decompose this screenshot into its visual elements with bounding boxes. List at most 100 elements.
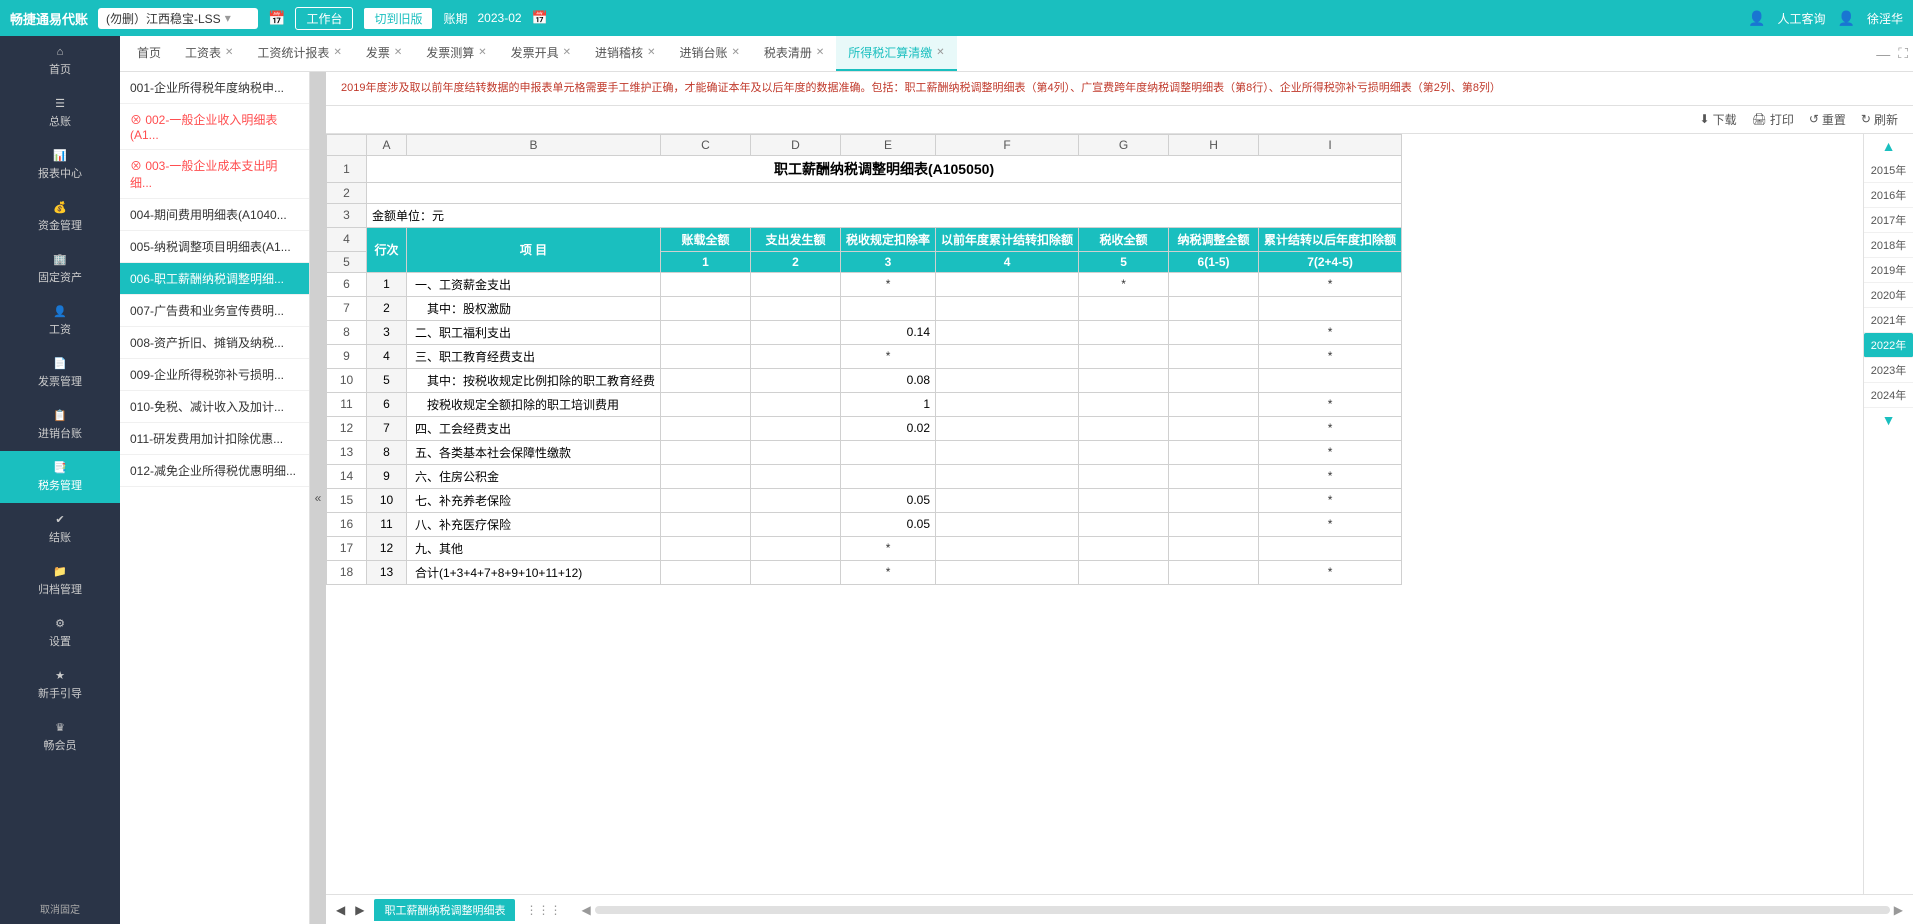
left-nav-item-008[interactable]: 008-资产折旧、摊销及纳税... [120,327,309,359]
prev-sheet-icon[interactable]: ◀ [336,903,345,917]
tab-invoice-close[interactable]: ✕ [394,47,402,58]
collapse-button[interactable]: « [310,72,326,924]
left-nav-item-009[interactable]: 009-企业所得税弥补亏损明... [120,359,309,391]
reset-button[interactable]: ↺ 重置 [1809,111,1846,128]
sidebar-item-guide[interactable]: ★ 新手引导 [0,659,120,711]
year-2019[interactable]: 2019年 [1864,258,1913,283]
tab-audit[interactable]: 进销稽核 ✕ [583,36,667,71]
left-nav-item-006[interactable]: 006-职工薪酬纳税调整明细... [120,263,309,295]
year-2023[interactable]: 2023年 [1864,358,1913,383]
tab-invoice-issue-close[interactable]: ✕ [563,47,571,58]
year-2022[interactable]: 2022年 [1864,333,1913,358]
purchase-sale-icon: 📋 [53,409,67,422]
tab-tax-book[interactable]: 税表清册 ✕ [752,36,836,71]
bottom-bar-icons: ⋮⋮⋮ [525,903,561,917]
row-num-1: 1 [327,155,367,182]
refresh-button[interactable]: ↻ 刷新 [1861,111,1898,128]
cancel-fixed-btn[interactable]: 取消固定 [0,893,120,924]
idx-12: 12 [367,536,407,560]
left-nav-item-002[interactable]: ⊗ 002-一般企业收入明细表(A1... [120,104,309,150]
print-button[interactable]: 🖨 打印 [1752,111,1794,128]
left-nav-item-010[interactable]: 010-免税、减计收入及加计... [120,391,309,423]
tab-ledger-close[interactable]: ✕ [731,47,739,58]
left-nav-item-011[interactable]: 011-研发费用加计扣除优惠... [120,423,309,455]
name-10: 七、补充养老保险 [407,488,661,512]
year-2024[interactable]: 2024年 [1864,383,1913,408]
sidebar-item-close-account[interactable]: ✔ 结账 [0,503,120,555]
calendar-icon[interactable]: 📅 [268,10,285,27]
year-2017[interactable]: 2017年 [1864,208,1913,233]
year-2021[interactable]: 2021年 [1864,308,1913,333]
tab-home-label: 首页 [137,44,161,61]
year-2016[interactable]: 2016年 [1864,183,1913,208]
year-2018[interactable]: 2018年 [1864,233,1913,258]
sheet-options-icon[interactable]: ⋮⋮⋮ [525,903,561,917]
tab-minimize-icon[interactable]: — [1876,46,1890,62]
left-nav-item-003[interactable]: ⊗ 003-一般企业成本支出明细... [120,150,309,199]
tab-salary-report[interactable]: 工资统计报表 ✕ [245,36,353,71]
tab-salary[interactable]: 工资表 ✕ [173,36,245,71]
row-3-unit: 3 金额单位：元 [327,203,1402,227]
period-calendar-icon[interactable]: 📅 [532,10,548,26]
sidebar-item-ledger[interactable]: ☰ 总账 [0,87,120,139]
tab-audit-close[interactable]: ✕ [647,47,655,58]
period-label: 账期 [443,10,467,27]
user-name[interactable]: 徐淫华 [1867,10,1903,27]
tab-invoice-calc[interactable]: 发票测算 ✕ [414,36,498,71]
left-nav-item-007[interactable]: 007-广告费和业务宣传费明... [120,295,309,327]
workspace-button[interactable]: 工作台 [295,7,353,30]
tab-tax-book-close[interactable]: ✕ [816,47,824,58]
spreadsheet-area: 2019年度涉及取以前年度结转数据的申报表单元格需要手工维护正确，才能确证本年及… [326,72,1913,924]
sidebar-item-archive[interactable]: 📁 归档管理 [0,555,120,607]
idx-2: 2 [367,296,407,320]
scroll-left-icon[interactable]: ◀ [581,903,590,917]
sidebar-item-invoice[interactable]: 📄 发票管理 [0,347,120,399]
next-sheet-icon[interactable]: ▶ [355,903,364,917]
sidebar-item-label: 发票管理 [38,373,82,389]
row-2-empty [367,182,1402,203]
tab-income-tax[interactable]: 所得税汇算清缴 ✕ [836,36,956,71]
sidebar-item-purchase-sale[interactable]: 📋 进销台账 [0,399,120,451]
sidebar-item-settings[interactable]: ⚙ 设置 [0,607,120,659]
chevron-down-icon: ▾ [225,11,231,25]
left-nav-item-005[interactable]: 005-纳税调整项目明细表(A1... [120,231,309,263]
sidebar-item-salary[interactable]: 👤 工资 [0,295,120,347]
sidebar-item-reports[interactable]: 📊 报表中心 [0,139,120,191]
tab-invoice-issue[interactable]: 发票开具 ✕ [499,36,583,71]
tab-audit-label: 进销稽核 [595,44,643,61]
sidebar-item-vip[interactable]: ♛ 畅会员 [0,711,120,763]
left-nav-item-001[interactable]: 001-企业所得税年度纳税申... [120,72,309,104]
print-label: 打印 [1770,111,1794,128]
tab-salary-close[interactable]: ✕ [225,47,233,58]
tab-invoice[interactable]: 发票 ✕ [354,36,414,71]
left-nav-item-012[interactable]: 012-减免企业所得税优惠明细... [120,455,309,487]
tab-home[interactable]: 首页 [125,36,173,71]
sidebar-item-tax[interactable]: 📑 税务管理 [0,451,120,503]
tab-maximize-icon[interactable]: ⛶ [1898,45,1908,62]
data-row-7: 7 2 其中：股权激励 [327,296,1402,320]
tab-salary-report-close[interactable]: ✕ [333,47,341,58]
bottom-tab-label[interactable]: 职工薪酬纳税调整明细表 [374,899,515,921]
tab-income-tax-close[interactable]: ✕ [936,47,944,58]
tab-salary-report-label: 工资统计报表 [257,44,329,61]
data-row-9: 9 4 三、职工教育经费支出 * * [327,344,1402,368]
sidebar-item-assets[interactable]: 🏢 固定资产 [0,243,120,295]
old-version-button[interactable]: 切到旧版 [363,7,433,30]
left-nav-item-004[interactable]: 004-期间费用明细表(A1040... [120,199,309,231]
download-button[interactable]: ⬇ 下载 [1700,111,1737,128]
year-scroll-up[interactable]: ▲ [1864,134,1913,158]
sidebar-item-home[interactable]: ⌂ 首页 [0,36,120,87]
company-selector[interactable]: (勿删）江西稳宝-LSS ▾ [98,8,258,29]
horizontal-scrollbar[interactable] [595,906,1890,914]
user-avatar: 👤 [1838,10,1855,27]
year-scroll-down[interactable]: ▼ [1864,408,1913,432]
tab-invoice-calc-close[interactable]: ✕ [478,47,486,58]
salary-icon: 👤 [53,305,67,318]
support-label[interactable]: 人工客询 [1778,10,1826,27]
tab-ledger[interactable]: 进销台账 ✕ [667,36,751,71]
reports-icon: 📊 [53,149,67,162]
scroll-right-icon[interactable]: ▶ [1894,903,1903,917]
year-2020[interactable]: 2020年 [1864,283,1913,308]
sidebar-item-finance[interactable]: 💰 资金管理 [0,191,120,243]
year-2015[interactable]: 2015年 [1864,158,1913,183]
